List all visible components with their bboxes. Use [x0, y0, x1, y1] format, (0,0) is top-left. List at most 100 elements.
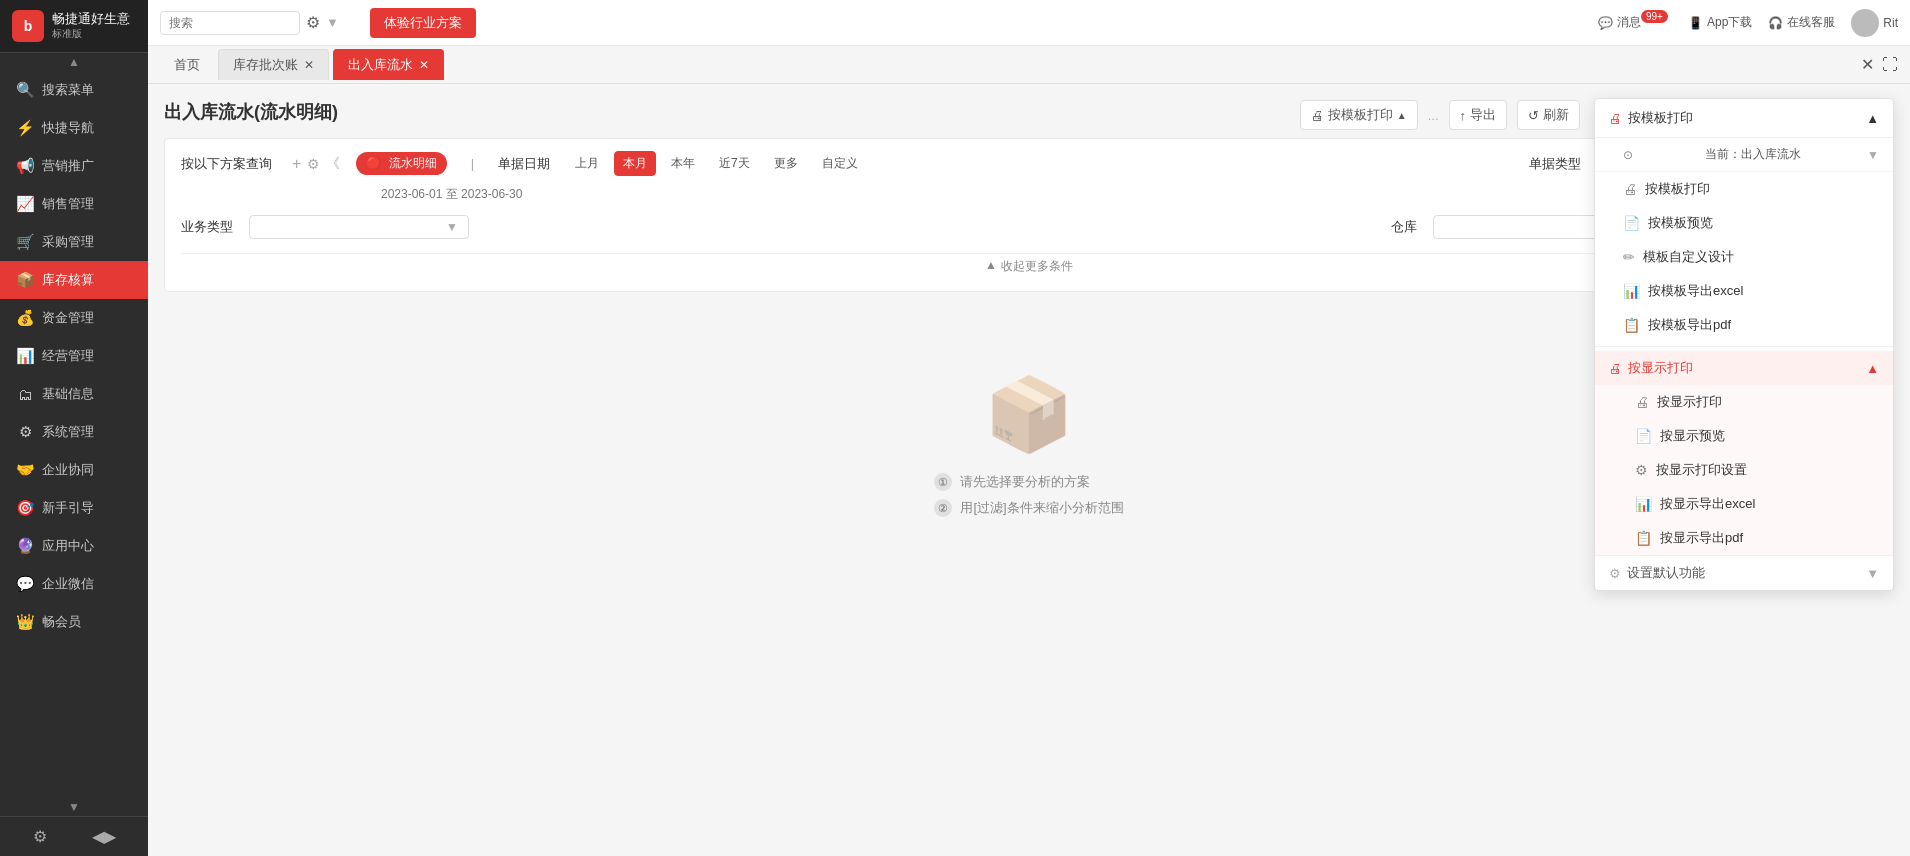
online-service-item[interactable]: 🎧 在线客服	[1768, 14, 1835, 31]
topbar-settings-icon[interactable]: ⚙	[306, 13, 320, 32]
tab-batch[interactable]: 库存批次账 ✕	[218, 49, 329, 80]
sidebar-item-guide[interactable]: 🎯 新手引导	[0, 489, 148, 527]
sales-icon: 📈	[16, 195, 34, 213]
sidebar-item-finance[interactable]: 💰 资金管理	[0, 299, 148, 337]
logo-icon: b	[12, 10, 44, 42]
template-custom-label: 模板自定义设计	[1643, 248, 1734, 266]
sidebar-item-label: 营销推广	[42, 157, 94, 175]
search-icon: 🔍	[16, 81, 34, 99]
guide-icon: 🎯	[16, 499, 34, 517]
filter-collapse-icon[interactable]: 《	[326, 155, 340, 173]
sidebar-item-label: 企业协同	[42, 461, 94, 479]
chevron-up-icon: ▲	[985, 258, 997, 275]
sidebar-item-wechat[interactable]: 💬 企业微信	[0, 565, 148, 603]
print-template-label: 按模板打印	[1328, 106, 1393, 124]
basic-icon: 🗂	[16, 386, 34, 403]
dropdown-chevron-up-icon[interactable]: ▲	[1866, 111, 1879, 126]
sidebar-item-basic[interactable]: 🗂 基础信息	[0, 375, 148, 413]
refresh-label: 刷新	[1543, 106, 1569, 124]
sidebar-scroll-up[interactable]: ▲	[0, 53, 148, 71]
date-custom-btn[interactable]: 自定义	[813, 151, 867, 176]
sidebar-scroll-down[interactable]: ▼	[0, 798, 148, 816]
sidebar: b 畅捷通好生意 标准版 ▲ 🔍 搜索菜单 ⚡ 快捷导航 📢 营销推广 📈 销售…	[0, 0, 148, 856]
filter-tag[interactable]: 🔴 流水明细	[356, 152, 446, 175]
display-section-chevron-up: ▲	[1866, 361, 1879, 376]
dropdown-item-template-preview[interactable]: 📄 按模板预览	[1595, 206, 1893, 240]
dropdown-item-template-pdf[interactable]: 📋 按模板导出pdf	[1595, 308, 1893, 342]
sidebar-item-search[interactable]: 🔍 搜索菜单	[0, 71, 148, 109]
dropdown-footer-label: 设置默认功能	[1627, 564, 1705, 582]
date-thismonth-btn[interactable]: 本月	[614, 151, 656, 176]
biztype-label: 业务类型	[181, 218, 233, 236]
export-btn[interactable]: ↑ 导出	[1449, 100, 1508, 130]
settings-bottom-icon[interactable]: ⚙	[33, 827, 47, 846]
expand-panel-icon[interactable]: ⛶	[1882, 56, 1898, 74]
biztype-select[interactable]: ▼	[249, 215, 469, 239]
sidebar-item-label: 应用中心	[42, 537, 94, 555]
dropdown-item-template-custom[interactable]: ✏ 模板自定义设计	[1595, 240, 1893, 274]
export-label: 导出	[1470, 106, 1496, 124]
template-preview-icon: 📄	[1623, 215, 1640, 231]
dropdown-item-template-print[interactable]: 🖨 按模板打印	[1595, 172, 1893, 206]
tab-home[interactable]: 首页	[160, 50, 214, 80]
tab-flow-close-icon[interactable]: ✕	[419, 58, 429, 72]
date-more-btn[interactable]: 更多	[765, 151, 807, 176]
warehouse-label: 仓库	[1391, 218, 1417, 236]
dropdown-item-display-print[interactable]: 🖨 按显示打印	[1595, 385, 1893, 419]
topbar-dropdown-icon[interactable]: ▼	[326, 15, 339, 30]
dropdown-display-section-header[interactable]: 🖨 按显示打印 ▲	[1595, 351, 1893, 385]
trial-button[interactable]: 体验行业方案	[370, 8, 476, 38]
sidebar-item-marketing[interactable]: 📢 营销推广	[0, 147, 148, 185]
dropdown-current[interactable]: ⊙ 当前：出入库流水 ▼	[1595, 138, 1893, 172]
step-1-num: ①	[934, 473, 952, 491]
display-section-label: 按显示打印	[1628, 359, 1693, 377]
dropdown-item-display-preview[interactable]: 📄 按显示预览	[1595, 419, 1893, 453]
sidebar-item-operations[interactable]: 📊 经营管理	[0, 337, 148, 375]
dropdown-item-display-excel[interactable]: 📊 按显示导出excel	[1595, 487, 1893, 521]
dropdown-item-template-excel[interactable]: 📊 按模板导出excel	[1595, 274, 1893, 308]
operations-icon: 📊	[16, 347, 34, 365]
template-pdf-label: 按模板导出pdf	[1648, 316, 1731, 334]
member-icon: 👑	[16, 613, 34, 631]
filter-tag-icon: 🔴	[366, 156, 381, 170]
sidebar-item-appcenter[interactable]: 🔮 应用中心	[0, 527, 148, 565]
purchase-icon: 🛒	[16, 233, 34, 251]
tabbar: 首页 库存批次账 ✕ 出入库流水 ✕ ✕ ⛶	[148, 46, 1910, 84]
collapse-sidebar-icon[interactable]: ◀▶	[92, 827, 116, 846]
print-icon: 🖨	[1311, 108, 1324, 123]
user-avatar[interactable]: Rit	[1851, 9, 1898, 37]
filter-section-label: 按以下方案查询	[181, 155, 272, 173]
message-item[interactable]: 💬 消息 99+	[1598, 14, 1672, 31]
filter-settings-icon[interactable]: ⚙	[307, 156, 320, 172]
date-thisyear-btn[interactable]: 本年	[662, 151, 704, 176]
sidebar-item-system[interactable]: ⚙ 系统管理	[0, 413, 148, 451]
sidebar-item-label: 销售管理	[42, 195, 94, 213]
cooperation-icon: 🤝	[16, 461, 34, 479]
date-lastmonth-btn[interactable]: 上月	[566, 151, 608, 176]
sidebar-item-inventory[interactable]: 📦 库存核算	[0, 261, 148, 299]
template-pdf-icon: 📋	[1623, 317, 1640, 333]
sidebar-item-quicknav[interactable]: ⚡ 快捷导航	[0, 109, 148, 147]
tab-flow-label: 出入库流水	[348, 56, 413, 74]
dropdown-item-display-pdf[interactable]: 📋 按显示导出pdf	[1595, 521, 1893, 555]
sidebar-item-cooperation[interactable]: 🤝 企业协同	[0, 451, 148, 489]
tab-flow[interactable]: 出入库流水 ✕	[333, 49, 444, 80]
dropdown-item-display-settings[interactable]: ⚙ 按显示打印设置	[1595, 453, 1893, 487]
logo-line2: 标准版	[52, 27, 130, 41]
sidebar-item-sales[interactable]: 📈 销售管理	[0, 185, 148, 223]
filter-add-btn[interactable]: +	[292, 155, 301, 173]
display-section-icon: 🖨	[1609, 361, 1622, 376]
date-last7-btn[interactable]: 近7天	[710, 151, 759, 176]
tab-batch-close-icon[interactable]: ✕	[304, 58, 314, 72]
sidebar-item-purchase[interactable]: 🛒 采购管理	[0, 223, 148, 261]
actions-more-icon[interactable]: ...	[1428, 108, 1439, 123]
user-name: Rit	[1883, 16, 1898, 30]
sidebar-item-member[interactable]: 👑 畅会员	[0, 603, 148, 641]
template-excel-label: 按模板导出excel	[1648, 282, 1743, 300]
print-template-btn[interactable]: 🖨 按模板打印 ▲	[1300, 100, 1418, 130]
dropdown-footer[interactable]: ⚙ 设置默认功能 ▼	[1595, 555, 1893, 590]
close-panel-icon[interactable]: ✕	[1861, 55, 1874, 74]
refresh-btn[interactable]: ↺ 刷新	[1517, 100, 1580, 130]
app-download-item[interactable]: 📱 App下载	[1688, 14, 1752, 31]
topbar-search-input[interactable]	[160, 11, 300, 35]
